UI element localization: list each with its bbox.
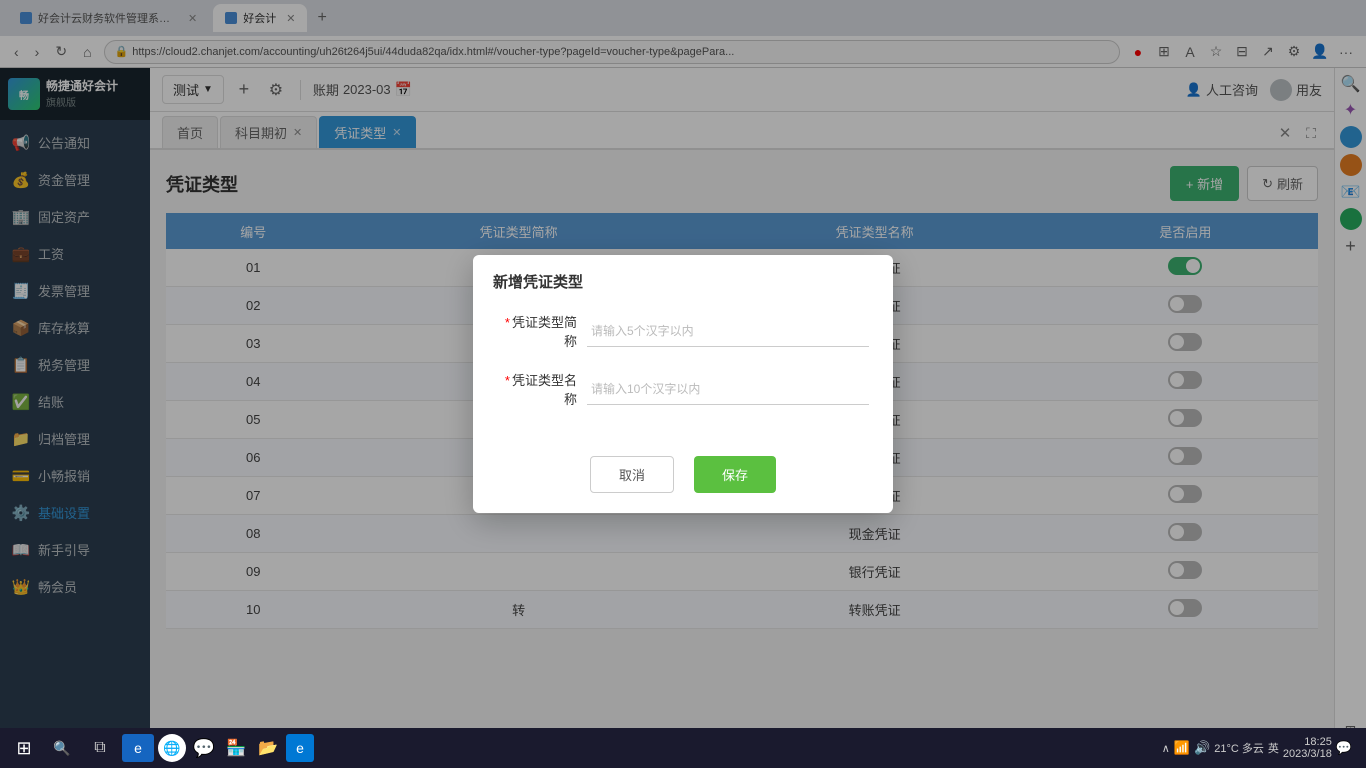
- name-input[interactable]: [587, 373, 869, 405]
- taskbar-search-button[interactable]: 🔍: [46, 732, 78, 764]
- abbr-form-row: *凭证类型简称: [497, 312, 869, 350]
- taskbar-network-icon: 📶: [1174, 740, 1190, 756]
- taskbar-time-value: 18:25: [1304, 736, 1332, 748]
- taskbar-lang: 英: [1268, 740, 1279, 756]
- taskbar-clock: 18:25 2023/3/18: [1283, 736, 1332, 760]
- taskbar-chrome-icon[interactable]: 🌐: [158, 734, 186, 762]
- name-required: *: [505, 373, 510, 388]
- dialog-footer: 取消 保存: [473, 448, 893, 513]
- abbr-label: *凭证类型简称: [497, 312, 587, 350]
- taskbar-date-value: 2023/3/18: [1283, 748, 1332, 760]
- dialog-title: 新增凭证类型: [473, 255, 893, 304]
- taskbar-weather: 21°C 多云: [1214, 740, 1264, 756]
- add-voucher-type-dialog: 新增凭证类型 *凭证类型简称 *凭证类型名称 取消 保存: [473, 255, 893, 513]
- taskbar-chevron[interactable]: ∧: [1162, 742, 1170, 755]
- cancel-button[interactable]: 取消: [590, 456, 674, 493]
- start-button[interactable]: ⊞: [6, 732, 42, 764]
- taskbar-speaker-icon: 🔊: [1194, 740, 1210, 756]
- dialog-body: *凭证类型简称 *凭证类型名称: [473, 304, 893, 448]
- name-label: *凭证类型名称: [497, 370, 587, 408]
- taskbar-taskview-button[interactable]: ⧉: [82, 732, 118, 764]
- taskbar: ⊞ 🔍 ⧉ e 🌐 💬 🏪 📂 e ∧ 📶 🔊 21°C 多云 英 18:25 …: [0, 728, 1366, 768]
- taskbar-edge2-icon[interactable]: e: [286, 734, 314, 762]
- taskbar-notification-icon[interactable]: 💬: [1336, 740, 1352, 756]
- abbr-input[interactable]: [587, 315, 869, 347]
- taskbar-folder-icon[interactable]: 📂: [254, 734, 282, 762]
- name-form-row: *凭证类型名称: [497, 370, 869, 408]
- taskbar-edge-icon[interactable]: e: [122, 734, 154, 762]
- save-button[interactable]: 保存: [694, 456, 776, 493]
- taskbar-store-icon[interactable]: 🏪: [222, 734, 250, 762]
- taskbar-right: ∧ 📶 🔊 21°C 多云 英 18:25 2023/3/18 💬: [1162, 736, 1360, 760]
- taskbar-wechat-icon[interactable]: 💬: [190, 734, 218, 762]
- abbr-required: *: [505, 315, 510, 330]
